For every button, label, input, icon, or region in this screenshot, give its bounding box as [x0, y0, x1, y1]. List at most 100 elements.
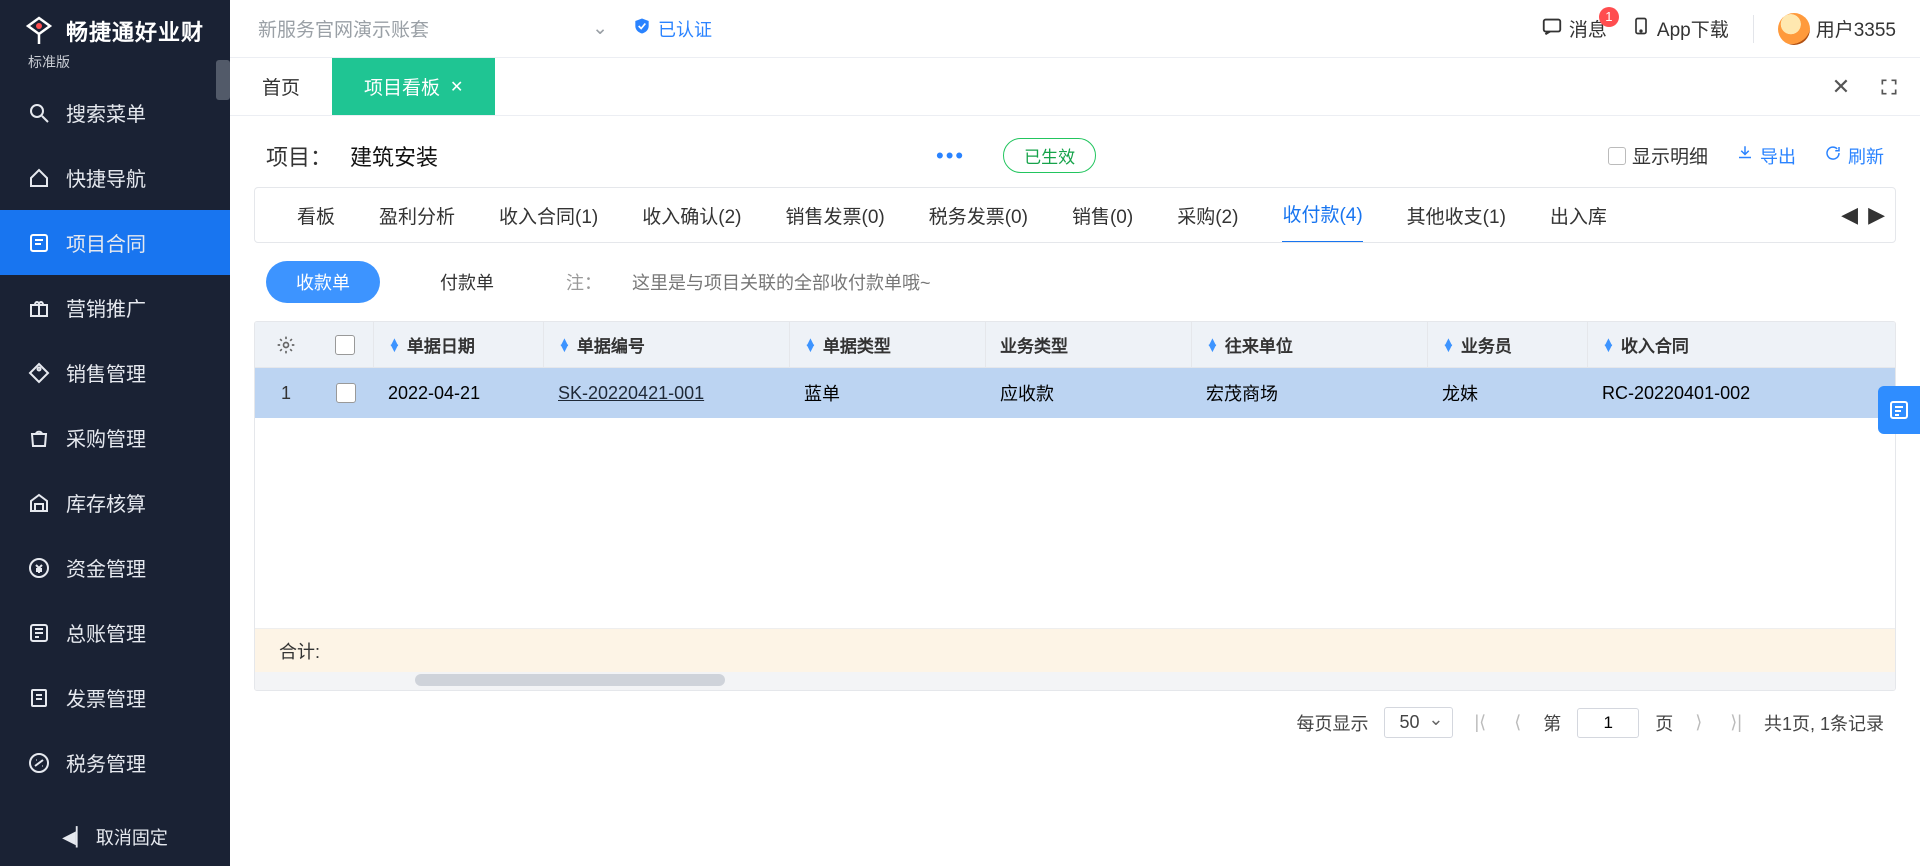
show-detail-toggle[interactable]: 显示明细 — [1608, 142, 1708, 169]
brand-name: 畅捷通好业财 — [66, 15, 204, 47]
filter-receipt[interactable]: 收款单 — [266, 261, 380, 303]
data-table: ▲▼单据日期 ▲▼单据编号 ▲▼单据类型 业务类型 ▲▼往来单位 ▲▼业务员 ▲… — [254, 321, 1896, 691]
per-page-select[interactable]: 50 — [1384, 707, 1452, 738]
fullscreen-icon[interactable] — [1876, 74, 1902, 100]
col-no[interactable]: ▲▼ 单据编号 — [543, 322, 789, 367]
contract-icon — [26, 230, 52, 256]
home-icon — [26, 165, 52, 191]
tag-icon — [26, 360, 52, 386]
cell-no-link[interactable]: SK-20220421-001 — [558, 383, 704, 404]
page-prev[interactable]: ⟨ — [1508, 712, 1527, 733]
filter-payment[interactable]: 付款单 — [410, 261, 524, 303]
sidebar-footer-label: 取消固定 — [96, 824, 168, 850]
cell-contract: RC-20220401-002 — [1587, 368, 1837, 418]
sidebar-item-sales[interactable]: 销售管理 — [0, 340, 230, 405]
col-no-label: 单据编号 — [577, 332, 645, 357]
float-action-button[interactable] — [1878, 386, 1920, 434]
topbar-user[interactable]: 用户3355 — [1778, 13, 1896, 45]
col-date[interactable]: ▲▼单据日期 — [373, 322, 543, 367]
status-badge: 已生效 — [1003, 138, 1096, 173]
row-index: 1 — [255, 383, 317, 404]
table-total-row: 合计: — [255, 628, 1895, 672]
sidebar-item-search[interactable]: 搜索菜单 — [0, 80, 230, 145]
sidebar: 畅捷通好业财 标准版 搜索菜单 快捷导航 项目合同 营销推广 销售管理 采购管理 — [0, 0, 230, 866]
page-last[interactable]: ⟩| — [1724, 712, 1748, 733]
col-op-label: 业务员 — [1461, 332, 1512, 357]
sidebar-item-label: 总账管理 — [66, 618, 146, 647]
subnav-inout[interactable]: 出入库 — [1550, 188, 1607, 243]
close-icon[interactable]: ✕ — [450, 77, 463, 97]
topbar: 新服务官网演示账套 ⌄ 已认证 消息 1 App下载 用户3355 — [230, 0, 1920, 58]
ledger-icon — [26, 620, 52, 646]
subnav-purchase[interactable]: 采购(2) — [1177, 188, 1238, 243]
col-btype[interactable]: 业务类型 — [985, 322, 1191, 367]
sidebar-item-tax[interactable]: 税务管理 — [0, 730, 230, 795]
export-button[interactable]: 导出 — [1736, 143, 1796, 169]
topbar-download[interactable]: App下载 — [1631, 15, 1729, 43]
verified-badge: 已认证 — [632, 16, 712, 42]
sidebar-item-inventory[interactable]: 库存核算 — [0, 470, 230, 535]
sidebar-item-label: 资金管理 — [66, 553, 146, 582]
project-header: 项目： 建筑安装 ••• 已生效 显示明细 导出 刷新 — [230, 116, 1920, 187]
subnav-tax-invoice[interactable]: 税务发票(0) — [929, 188, 1028, 243]
tax-icon — [26, 750, 52, 776]
project-label: 项目： — [266, 140, 332, 172]
sort-icon: ▲▼ — [1602, 339, 1615, 351]
subnav-sales-invoice[interactable]: 销售发票(0) — [786, 188, 885, 243]
account-select[interactable]: 新服务官网演示账套 ⌄ — [258, 15, 608, 42]
refresh-button[interactable]: 刷新 — [1824, 143, 1884, 169]
total-label: 合计: — [279, 638, 320, 664]
tab-home[interactable]: 首页 — [230, 58, 332, 115]
col-corp[interactable]: ▲▼往来单位 — [1191, 322, 1427, 367]
page-input[interactable] — [1577, 708, 1639, 738]
sidebar-item-label: 采购管理 — [66, 423, 146, 452]
logo-icon — [22, 14, 56, 48]
sort-icon: ▲▼ — [558, 339, 571, 351]
page-next[interactable]: ⟩ — [1689, 712, 1708, 733]
row-checkbox[interactable] — [317, 383, 373, 403]
avatar-icon — [1778, 13, 1810, 45]
sort-icon: ▲▼ — [804, 339, 817, 351]
checkbox-icon — [1608, 147, 1626, 165]
more-icon[interactable]: ••• — [936, 143, 965, 169]
col-date-label: 单据日期 — [407, 332, 475, 357]
topbar-messages[interactable]: 消息 1 — [1541, 15, 1607, 43]
sidebar-item-funds[interactable]: 资金管理 — [0, 535, 230, 600]
sidebar-scrollbar[interactable] — [216, 60, 230, 100]
horizontal-scrollbar[interactable] — [255, 672, 1895, 690]
col-type-label: 单据类型 — [823, 332, 891, 357]
sidebar-item-invoice[interactable]: 发票管理 — [0, 665, 230, 730]
subnav-other[interactable]: 其他收支(1) — [1407, 188, 1506, 243]
subnav-income-confirm[interactable]: 收入确认(2) — [642, 188, 741, 243]
sidebar-item-label: 销售管理 — [66, 358, 146, 387]
col-op[interactable]: ▲▼ 业务员 — [1427, 322, 1587, 367]
subnav-next[interactable]: ▶ — [1868, 202, 1885, 228]
subnav-income-contract[interactable]: 收入合同(1) — [499, 188, 598, 243]
filter-note-label: 注： — [566, 269, 602, 295]
sidebar-item-label: 搜索菜单 — [66, 98, 146, 127]
sort-icon: ▲▼ — [1442, 339, 1455, 351]
sidebar-unpin[interactable]: ◀▏ 取消固定 — [0, 808, 230, 866]
header-checkbox[interactable] — [317, 335, 373, 355]
sidebar-item-project-contract[interactable]: 项目合同 — [0, 210, 230, 275]
subnav-profit[interactable]: 盈利分析 — [379, 188, 455, 243]
sidebar-item-quicknav[interactable]: 快捷导航 — [0, 145, 230, 210]
username: 用户3355 — [1816, 15, 1896, 42]
table-row[interactable]: 1 2022-04-21 SK-20220421-001 蓝单 应收款 宏茂商场… — [255, 368, 1895, 418]
page-label-a: 第 — [1543, 710, 1561, 736]
sidebar-item-label: 营销推广 — [66, 293, 146, 322]
subnav-receipt-payment[interactable]: 收付款(4) — [1282, 187, 1362, 243]
tab-project-board[interactable]: 项目看板 ✕ — [332, 58, 495, 115]
subnav-sales[interactable]: 销售(0) — [1072, 188, 1133, 243]
tabs-close-all[interactable]: ✕ — [1828, 74, 1854, 100]
sidebar-item-marketing[interactable]: 营销推广 — [0, 275, 230, 340]
subnav-kanban[interactable]: 看板 — [297, 188, 335, 243]
gear-icon[interactable] — [255, 335, 317, 355]
col-type[interactable]: ▲▼ 单据类型 — [789, 322, 985, 367]
sidebar-item-purchase[interactable]: 采购管理 — [0, 405, 230, 470]
sidebar-item-label: 税务管理 — [66, 748, 146, 777]
sidebar-item-ledger[interactable]: 总账管理 — [0, 600, 230, 665]
subnav-prev[interactable]: ◀ — [1841, 202, 1858, 228]
col-contract[interactable]: ▲▼收入合同 — [1587, 322, 1837, 367]
page-first[interactable]: |⟨ — [1469, 712, 1493, 733]
